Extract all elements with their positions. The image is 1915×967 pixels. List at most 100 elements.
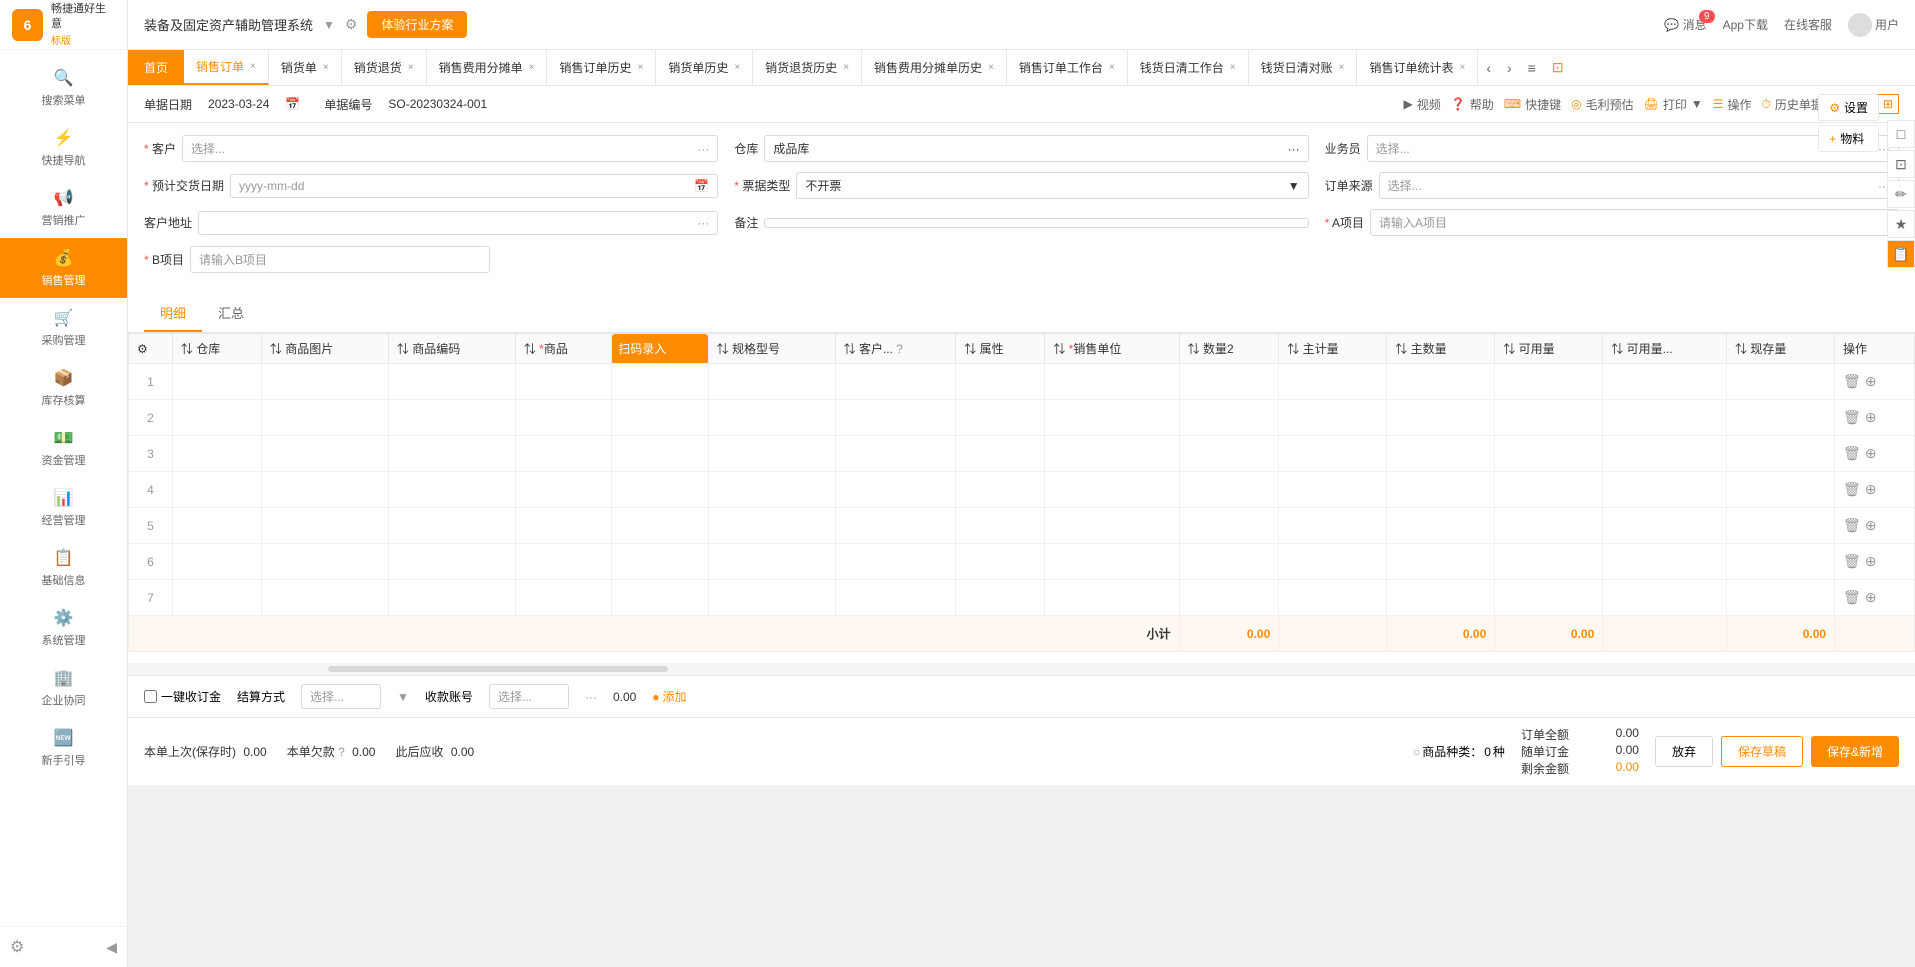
row-7-main-qty[interactable]	[1387, 580, 1495, 616]
row-4-image[interactable]	[261, 472, 388, 508]
save-new-btn[interactable]: 保存&新增	[1811, 736, 1899, 767]
row-3-attr[interactable]	[956, 436, 1045, 472]
row-4-current[interactable]	[1727, 472, 1835, 508]
tab-summary[interactable]: 汇总	[202, 295, 260, 332]
row-1-available[interactable]	[1495, 364, 1603, 400]
row-1-qty2[interactable]	[1179, 364, 1279, 400]
tab-detail[interactable]: 明细	[144, 295, 202, 332]
row-3-qty2[interactable]	[1179, 436, 1279, 472]
row-6-current[interactable]	[1727, 544, 1835, 580]
row-5-current[interactable]	[1727, 508, 1835, 544]
col-customer-code[interactable]: ⇅ 客户... ?	[835, 334, 956, 364]
row-7-scan[interactable]	[612, 580, 708, 616]
tab-home[interactable]: 首页	[128, 50, 184, 85]
row-1-scan[interactable]	[612, 364, 708, 400]
side-action-4[interactable]: ★	[1887, 210, 1915, 238]
tab-close-expense-history[interactable]: ×	[988, 62, 994, 73]
notice-badge[interactable]: 💬 9 消息	[1664, 16, 1706, 33]
tab-close-sales-stat[interactable]: ×	[1459, 62, 1465, 73]
row-5-available2[interactable]	[1603, 508, 1727, 544]
side-action-2[interactable]: ⊡	[1887, 150, 1915, 178]
row-4-scan[interactable]	[612, 472, 708, 508]
row-2-current[interactable]	[1727, 400, 1835, 436]
row-1-product[interactable]	[515, 364, 611, 400]
row-3-main-qty[interactable]	[1387, 436, 1495, 472]
row-2-qty2[interactable]	[1179, 400, 1279, 436]
row-5-available[interactable]	[1495, 508, 1603, 544]
tab-menu-btn[interactable]: ≡	[1520, 60, 1544, 76]
tab-close-sales-goods[interactable]: ×	[323, 62, 329, 73]
col-main-qty[interactable]: ⇅ 主数量	[1387, 334, 1495, 364]
row-2-copy-btn[interactable]: ⊕	[1865, 409, 1877, 426]
row-5-customer-code[interactable]	[835, 508, 956, 544]
row-6-main-qty[interactable]	[1387, 544, 1495, 580]
tab-sales-expense[interactable]: 销售费用分摊单 ×	[427, 50, 548, 85]
sidebar-item-shortcut[interactable]: ⚡ 快捷导航	[0, 118, 127, 178]
sidebar-item-purchase[interactable]: 🛒 采购管理	[0, 298, 127, 358]
tab-cash-reconcile[interactable]: 钱货日清对账 ×	[1249, 50, 1358, 85]
row-6-scan[interactable]	[612, 544, 708, 580]
row-2-attr[interactable]	[956, 400, 1045, 436]
settle-method-input[interactable]: 选择...	[301, 684, 381, 709]
row-1-unit[interactable]	[1045, 364, 1179, 400]
col-spec[interactable]: ⇅ 规格型号	[708, 334, 835, 364]
customer-addr-input[interactable]: ···	[198, 211, 718, 235]
tab-next-btn[interactable]: ›	[1499, 60, 1520, 76]
row-5-unit[interactable]	[1045, 508, 1179, 544]
tab-expand-btn[interactable]: ⊡	[1544, 59, 1572, 76]
row-4-qty2[interactable]	[1179, 472, 1279, 508]
row-7-available[interactable]	[1495, 580, 1603, 616]
row-5-copy-btn[interactable]: ⊕	[1865, 517, 1877, 534]
row-6-available2[interactable]	[1603, 544, 1727, 580]
warehouse-input[interactable]: 成品库 ···	[764, 135, 1308, 162]
row-6-delete-btn[interactable]: 🗑	[1843, 553, 1861, 570]
tab-sales-stat[interactable]: 销售订单统计表 ×	[1357, 50, 1478, 85]
row-4-copy-btn[interactable]: ⊕	[1865, 481, 1877, 498]
order-source-input[interactable]: 选择... ···	[1379, 172, 1899, 199]
side-action-1[interactable]: □	[1887, 120, 1915, 148]
scroll-track[interactable]	[328, 666, 668, 672]
tab-sales-order[interactable]: 销售订单 ×	[184, 50, 269, 85]
tab-sales-order-history[interactable]: 销售订单历史 ×	[547, 50, 656, 85]
row-2-image[interactable]	[261, 400, 388, 436]
row-1-main-unit[interactable]	[1279, 364, 1387, 400]
row-2-code[interactable]	[388, 400, 515, 436]
row-6-image[interactable]	[261, 544, 388, 580]
tab-expense-history[interactable]: 销售费用分摊单历史 ×	[862, 50, 1007, 85]
row-5-main-unit[interactable]	[1279, 508, 1387, 544]
row-4-main-qty[interactable]	[1387, 472, 1495, 508]
row-2-spec[interactable]	[708, 400, 835, 436]
row-7-current[interactable]	[1727, 580, 1835, 616]
row-1-delete-btn[interactable]: 🗑	[1843, 373, 1861, 390]
row-7-copy-btn[interactable]: ⊕	[1865, 589, 1877, 606]
row-7-unit[interactable]	[1045, 580, 1179, 616]
row-1-current[interactable]	[1727, 364, 1835, 400]
row-2-delete-btn[interactable]: 🗑	[1843, 409, 1861, 426]
row-3-customer-code[interactable]	[835, 436, 956, 472]
settle-dropdown-icon[interactable]: ▼	[397, 690, 409, 704]
row-6-product[interactable]	[515, 544, 611, 580]
row-7-image[interactable]	[261, 580, 388, 616]
row-4-warehouse[interactable]	[172, 472, 261, 508]
calendar-icon[interactable]: 📅	[285, 97, 300, 111]
col-qty2[interactable]: ⇅ 数量2	[1179, 334, 1279, 364]
sidebar-item-finance[interactable]: 💵 资金管理	[0, 418, 127, 478]
tab-sales-goods[interactable]: 销货单 ×	[269, 50, 342, 85]
row-1-image[interactable]	[261, 364, 388, 400]
row-5-main-qty[interactable]	[1387, 508, 1495, 544]
side-action-5[interactable]: 📋	[1887, 240, 1915, 268]
tab-cash-workbench[interactable]: 钱货日清工作台 ×	[1128, 50, 1249, 85]
scroll-bar-area[interactable]	[128, 663, 1915, 675]
row-4-available2[interactable]	[1603, 472, 1727, 508]
row-4-main-unit[interactable]	[1279, 472, 1387, 508]
row-7-delete-btn[interactable]: 🗑	[1843, 589, 1861, 606]
row-6-attr[interactable]	[956, 544, 1045, 580]
row-7-warehouse[interactable]	[172, 580, 261, 616]
action-video[interactable]: ▶ 视频	[1404, 96, 1441, 113]
a-project-input[interactable]: 请输入A项目	[1370, 209, 1899, 236]
action-shortcut[interactable]: ⌨ 快捷键	[1504, 96, 1561, 113]
row-1-attr[interactable]	[956, 364, 1045, 400]
row-3-current[interactable]	[1727, 436, 1835, 472]
row-2-available2[interactable]	[1603, 400, 1727, 436]
tab-close-cash-reconcile[interactable]: ×	[1339, 62, 1345, 73]
